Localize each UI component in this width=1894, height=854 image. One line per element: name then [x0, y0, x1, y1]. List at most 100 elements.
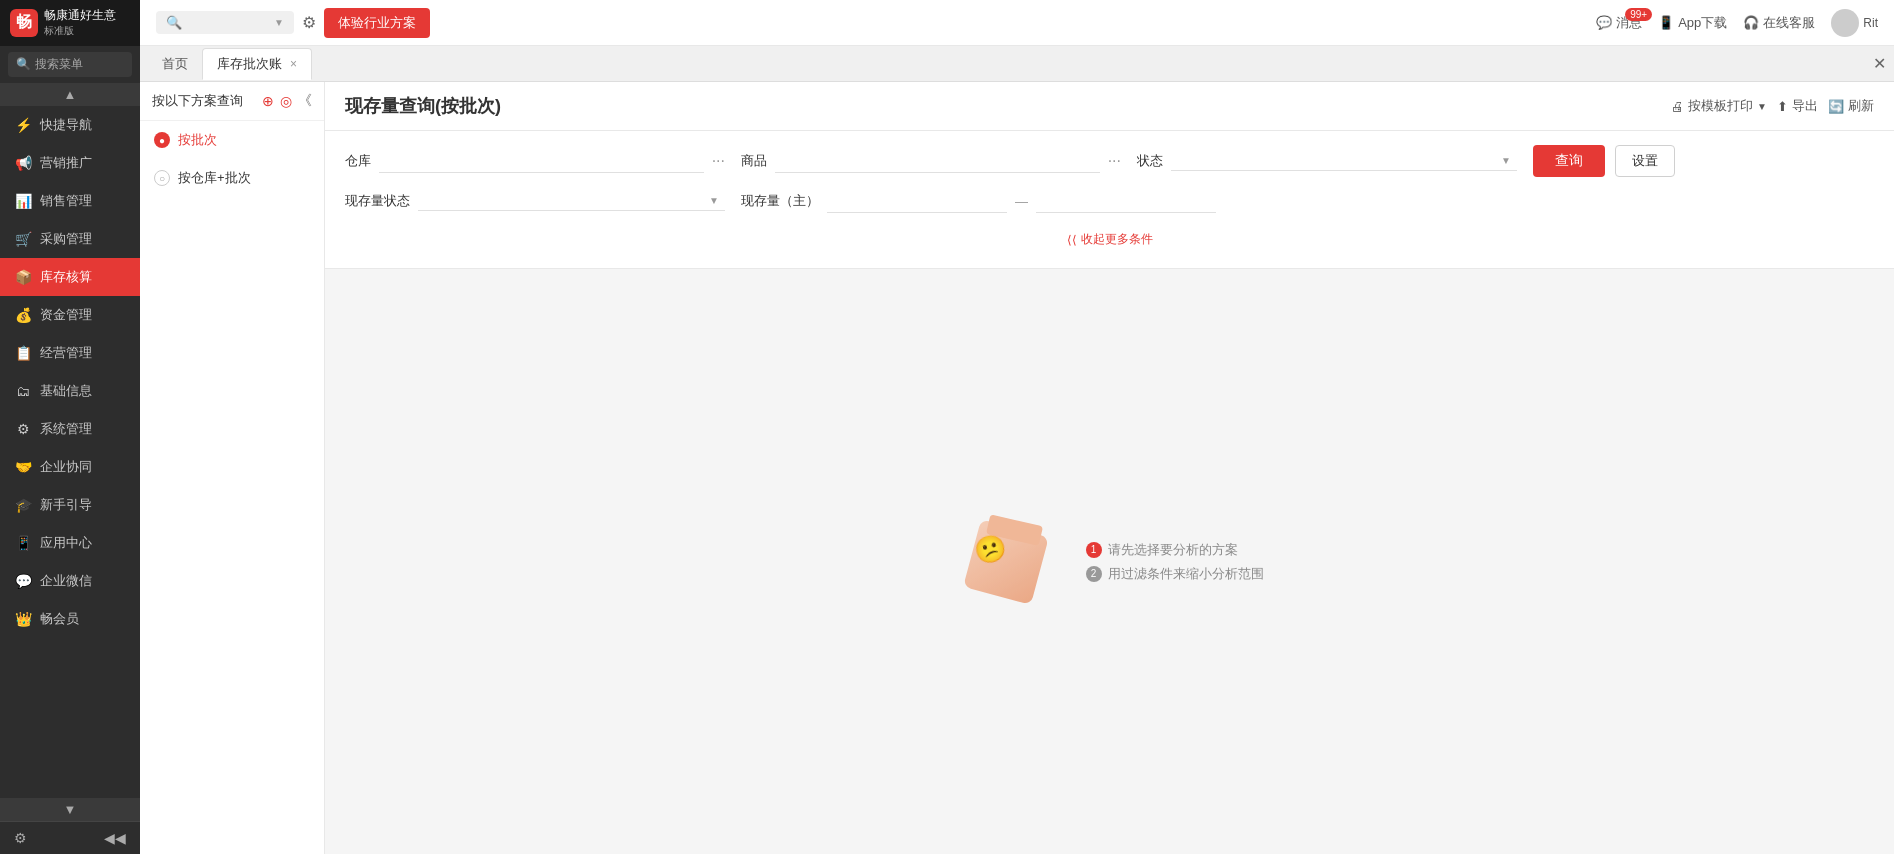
- sidebar-settings-btn[interactable]: ⚙: [14, 830, 27, 846]
- panel-add-btn[interactable]: ⊕: [262, 93, 274, 109]
- status-filter-group: 状态 ▼: [1137, 151, 1517, 171]
- sidebar-item-finance[interactable]: 💰 资金管理: [0, 296, 140, 334]
- online-service-btn[interactable]: 🎧 在线客服: [1743, 14, 1815, 32]
- sidebar-app-title: 畅康通好生意: [44, 8, 116, 24]
- status-label: 状态: [1137, 152, 1163, 170]
- sidebar-item-system[interactable]: ⚙ 系统管理: [0, 410, 140, 448]
- status-select[interactable]: ▼: [1171, 151, 1517, 171]
- warehouse-more-btn[interactable]: ···: [712, 152, 725, 170]
- goods-filter-group: 商品 ···: [741, 149, 1121, 173]
- panel-item-warehouse-batch[interactable]: ○ 按仓库+批次: [140, 159, 324, 197]
- status-chevron-icon: ▼: [1501, 155, 1511, 166]
- inventory-icon: 📦: [14, 268, 32, 286]
- range-dash: —: [1015, 194, 1028, 209]
- collapse-up-icon: ⟨⟨: [1067, 233, 1077, 247]
- sidebar-scroll-down[interactable]: ▼: [0, 798, 140, 821]
- messages-btn[interactable]: 💬 消息 99+: [1596, 14, 1642, 32]
- panel-settings-btn[interactable]: ◎: [280, 93, 292, 109]
- online-service-label: 在线客服: [1763, 14, 1815, 32]
- panel-item-warehouse-batch-label: 按仓库+批次: [178, 169, 251, 187]
- sidebar-logo: 畅: [10, 9, 38, 37]
- query-button[interactable]: 查询: [1533, 145, 1605, 177]
- tab-home[interactable]: 首页: [148, 49, 202, 79]
- search-input[interactable]: [188, 16, 268, 30]
- sidebar-item-quick-nav[interactable]: ⚡ 快捷导航: [0, 106, 140, 144]
- sidebar-scroll-up[interactable]: ▲: [0, 83, 140, 106]
- message-badge: 99+: [1625, 8, 1652, 21]
- refresh-btn[interactable]: 🔄 刷新: [1828, 97, 1874, 115]
- search-icon: 🔍: [16, 57, 31, 71]
- stock-qty-max-input[interactable]: [1036, 189, 1216, 213]
- warehouse-filter-group: 仓库 ···: [345, 149, 725, 173]
- app-download-btn[interactable]: 📱 App下载: [1658, 14, 1727, 32]
- sidebar-collapse-btn[interactable]: ◀◀: [104, 830, 126, 846]
- stock-qty-min-input[interactable]: [827, 189, 1007, 213]
- stock-status-filter-group: 现存量状态 ▼: [345, 191, 725, 211]
- goods-input[interactable]: [775, 149, 1100, 173]
- tab-inventory-batch[interactable]: 库存批次账 ×: [202, 48, 312, 80]
- collapse-row[interactable]: ⟨⟨ 收起更多条件: [345, 225, 1874, 254]
- sidebar-item-sales[interactable]: 📊 销售管理: [0, 182, 140, 220]
- trial-button[interactable]: 体验行业方案: [324, 8, 430, 38]
- export-icon: ⬆: [1777, 99, 1788, 114]
- page-actions: 🖨 按模板打印 ▼ ⬆ 导出 🔄 刷新: [1671, 97, 1874, 115]
- panel-item-batch[interactable]: ● 按批次: [140, 121, 324, 159]
- sidebar-app-subtitle: 标准版: [44, 24, 116, 38]
- sidebar-item-apps[interactable]: 📱 应用中心: [0, 524, 140, 562]
- filter-row-1: 仓库 ··· 商品 ··· 状态 ▼: [345, 145, 1874, 177]
- sidebar-search[interactable]: 🔍 搜索菜单: [8, 52, 132, 77]
- message-icon: 💬: [1596, 15, 1612, 30]
- topbar-right: 💬 消息 99+ 📱 App下载 🎧 在线客服 Rit: [1596, 9, 1878, 37]
- sidebar-item-guide[interactable]: 🎓 新手引导: [0, 486, 140, 524]
- stock-status-label: 现存量状态: [345, 192, 410, 210]
- sidebar-header: 畅 畅康通好生意 标准版: [0, 0, 140, 46]
- collapse-label: 收起更多条件: [1081, 231, 1153, 248]
- sidebar-item-purchase[interactable]: 🛒 采购管理: [0, 220, 140, 258]
- tab-close-icon[interactable]: ×: [290, 57, 297, 71]
- goods-label: 商品: [741, 152, 767, 170]
- headset-icon: 🎧: [1743, 15, 1759, 30]
- warehouse-label: 仓库: [345, 152, 371, 170]
- purchase-icon: 🛒: [14, 230, 32, 248]
- avatar: [1831, 9, 1859, 37]
- marketing-icon: 📢: [14, 154, 32, 172]
- ops-icon: 📋: [14, 344, 32, 362]
- warehouse-input[interactable]: [379, 149, 704, 173]
- sidebar-item-label: 应用中心: [40, 534, 92, 552]
- member-icon: 👑: [14, 610, 32, 628]
- sidebar-item-label: 畅会员: [40, 610, 79, 628]
- export-btn[interactable]: ⬆ 导出: [1777, 97, 1818, 115]
- sidebar-item-inventory[interactable]: 📦 库存核算: [0, 258, 140, 296]
- stock-status-select[interactable]: ▼: [418, 191, 725, 211]
- sidebar-item-basic[interactable]: 🗂 基础信息: [0, 372, 140, 410]
- user-avatar-area[interactable]: Rit: [1831, 9, 1878, 37]
- sidebar-item-marketing[interactable]: 📢 营销推广: [0, 144, 140, 182]
- sidebar-item-wechat[interactable]: 💬 企业微信: [0, 562, 140, 600]
- phone-icon: 📱: [1658, 15, 1674, 30]
- sidebar-item-label: 营销推广: [40, 154, 92, 172]
- chevron-down-icon[interactable]: ▼: [1757, 101, 1767, 112]
- chevron-down-icon[interactable]: ▼: [274, 17, 284, 28]
- sidebar-item-label: 系统管理: [40, 420, 92, 438]
- global-search[interactable]: 🔍 ▼: [156, 11, 294, 34]
- empty-illustration: 😕: [956, 512, 1056, 612]
- step1-text: 请先选择要分析的方案: [1108, 541, 1238, 559]
- panel-item-dot-red: ●: [154, 132, 170, 148]
- tabbar-close-icon[interactable]: ✕: [1873, 54, 1886, 73]
- sidebar: 畅 畅康通好生意 标准版 🔍 搜索菜单 ▲ ⚡ 快捷导航 📢 营销推广 📊 销售…: [0, 0, 140, 854]
- sidebar-item-label: 基础信息: [40, 382, 92, 400]
- settings-button[interactable]: 设置: [1615, 145, 1675, 177]
- print-btn[interactable]: 🖨 按模板打印 ▼: [1671, 97, 1767, 115]
- sidebar-item-enterprise[interactable]: 🤝 企业协同: [0, 448, 140, 486]
- stock-qty-label: 现存量（主）: [741, 192, 819, 210]
- goods-more-btn[interactable]: ···: [1108, 152, 1121, 170]
- sidebar-item-member[interactable]: 👑 畅会员: [0, 600, 140, 638]
- sidebar-item-label: 资金管理: [40, 306, 92, 324]
- username-label: Rit: [1863, 16, 1878, 30]
- export-label: 导出: [1792, 97, 1818, 115]
- system-icon: ⚙: [14, 420, 32, 438]
- panel-collapse-btn[interactable]: 《: [298, 92, 312, 110]
- sidebar-item-ops[interactable]: 📋 经营管理: [0, 334, 140, 372]
- topbar-gear-icon[interactable]: ⚙: [302, 13, 316, 32]
- empty-box: [963, 519, 1049, 605]
